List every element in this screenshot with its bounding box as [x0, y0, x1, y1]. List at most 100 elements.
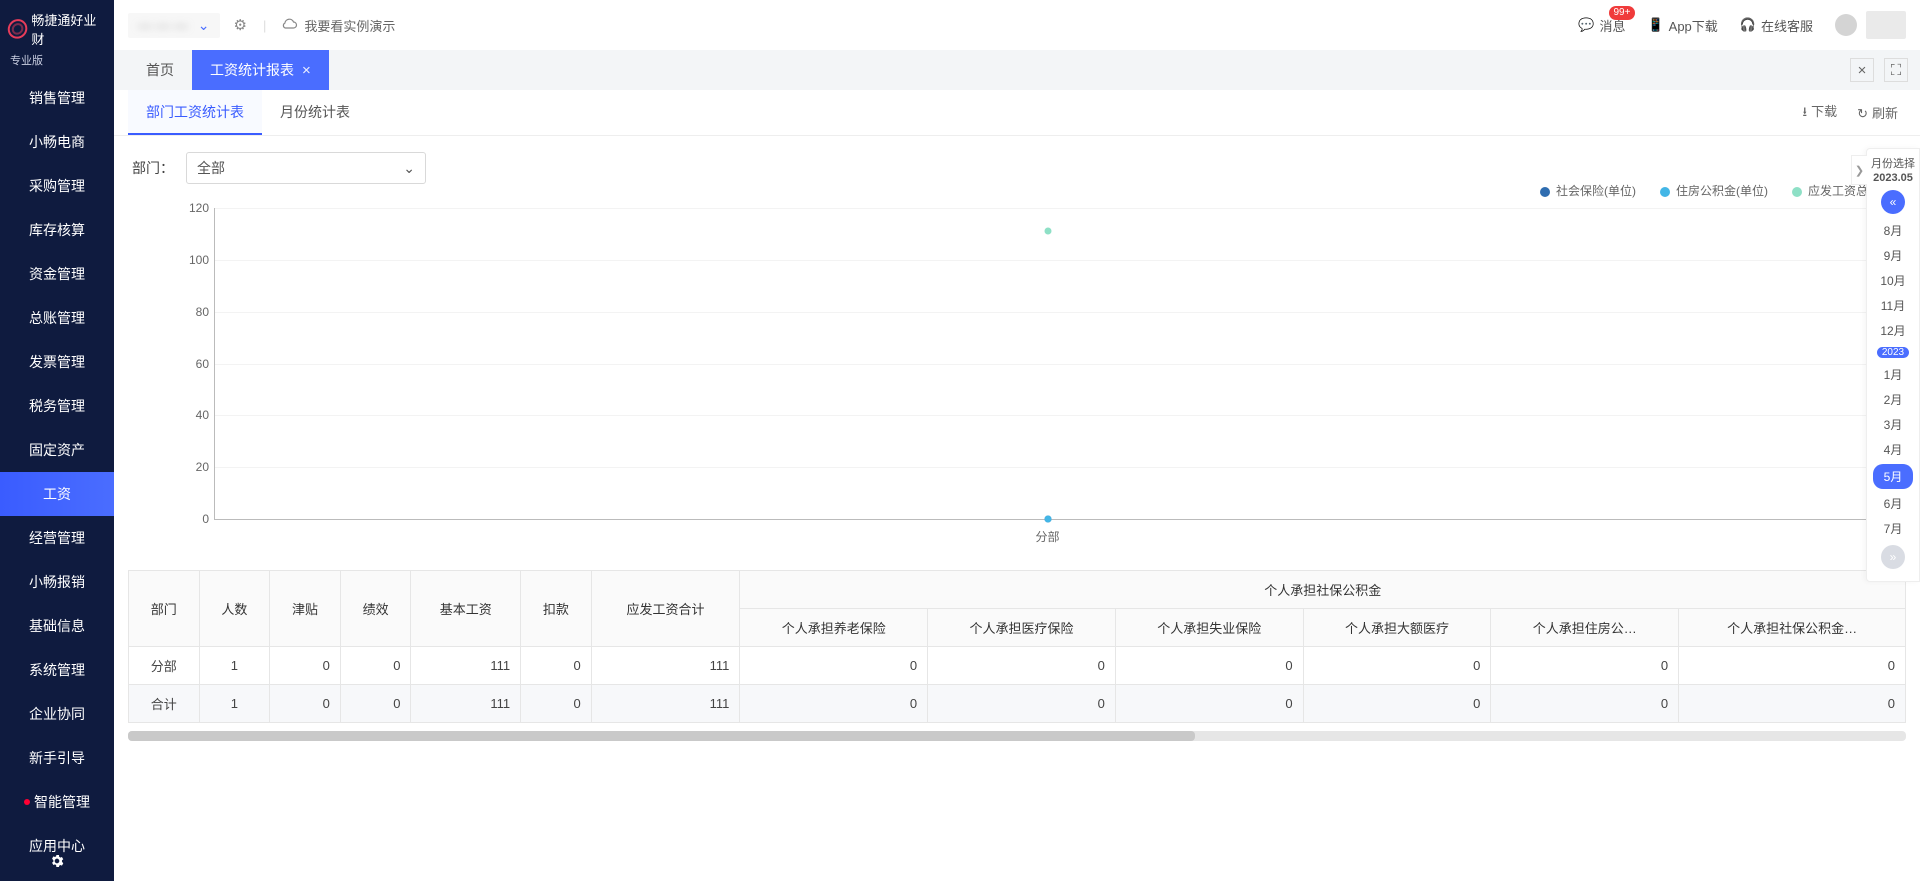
cell: 0 [928, 685, 1116, 723]
nav-item-4[interactable]: 资金管理 [0, 252, 114, 296]
sidebar-settings[interactable] [0, 841, 114, 881]
subtab-dept-report[interactable]: 部门工资统计表 [128, 90, 262, 135]
nav-item-10[interactable]: 经营管理 [0, 516, 114, 560]
table-row: 分部1001110111000000 [129, 647, 1906, 685]
close-all-button[interactable]: × [1850, 58, 1874, 82]
support-link[interactable]: 🎧 在线客服 [1740, 16, 1813, 35]
cell: 0 [928, 647, 1116, 685]
topbar-settings[interactable]: ⚙ [234, 16, 247, 34]
month-panel: ❯ 月份选择 2023.05 « 8月9月10月11月12月 2023 1月2月… [1866, 148, 1920, 582]
nav-item-3[interactable]: 库存核算 [0, 208, 114, 252]
user-menu[interactable] [1835, 11, 1906, 39]
ytick: 120 [175, 201, 209, 215]
tab-salary-report[interactable]: 工资统计报表 × [192, 50, 329, 90]
month-option[interactable]: 5月 [1873, 464, 1913, 489]
chart-axes: 020406080100120分部 [214, 208, 1880, 520]
cell: 分部 [129, 647, 200, 685]
chart-legend: 社会保险(单位)住房公积金(单位)应发工资总额 [1540, 182, 1880, 199]
cell: 1 [199, 685, 270, 723]
year-badge: 2023 [1877, 347, 1909, 358]
headset-icon: 🎧 [1740, 17, 1756, 33]
col-gross: 应发工资合计 [591, 571, 740, 647]
messages-link[interactable]: 💬 消息 99+ [1578, 16, 1625, 35]
month-option[interactable]: 6月 [1867, 491, 1919, 516]
month-panel-title: 月份选择 2023.05 [1867, 157, 1919, 186]
sub-col: 个人承担社保公积金… [1679, 609, 1906, 647]
month-option[interactable]: 7月 [1867, 516, 1919, 541]
cell: 0 [1303, 647, 1491, 685]
col-base: 基本工资 [411, 571, 521, 647]
nav-item-7[interactable]: 税务管理 [0, 384, 114, 428]
user-avatar-icon [1835, 14, 1857, 36]
legend-item[interactable]: 社会保险(单位) [1540, 182, 1636, 199]
refresh-label: 刷新 [1872, 106, 1898, 121]
app-name: 畅捷通好业财 [31, 10, 106, 48]
cell: 0 [1491, 647, 1679, 685]
refresh-icon: ↻ [1857, 106, 1868, 121]
col-dept: 部门 [129, 571, 200, 647]
nav-item-0[interactable]: 销售管理 [0, 76, 114, 120]
close-icon[interactable]: × [302, 62, 311, 79]
month-option[interactable]: 1月 [1867, 362, 1919, 387]
scroll-down-button[interactable]: » [1881, 545, 1905, 569]
cell: 0 [740, 685, 928, 723]
nav-item-1[interactable]: 小畅电商 [0, 120, 114, 164]
nav-item-9[interactable]: 工资 [0, 472, 114, 516]
nav-item-6[interactable]: 发票管理 [0, 340, 114, 384]
org-selector[interactable]: — — — ⌄ [128, 13, 220, 38]
cell: 111 [591, 647, 740, 685]
month-option[interactable]: 4月 [1867, 437, 1919, 462]
nav-item-8[interactable]: 固定资产 [0, 428, 114, 472]
nav-item-16[interactable]: 智能管理 [0, 780, 114, 824]
nav-item-5[interactable]: 总账管理 [0, 296, 114, 340]
horizontal-scrollbar[interactable] [128, 731, 1906, 741]
month-option[interactable]: 12月 [1867, 318, 1919, 343]
download-label: 下载 [1811, 104, 1837, 119]
subtab-month-report[interactable]: 月份统计表 [262, 90, 368, 135]
data-point [1044, 228, 1051, 235]
month-option[interactable]: 2月 [1867, 387, 1919, 412]
refresh-button[interactable]: ↻ 刷新 [1857, 103, 1898, 122]
ytick: 80 [175, 305, 209, 319]
app-download-link[interactable]: 📱 App下载 [1647, 16, 1717, 35]
nav-item-13[interactable]: 系统管理 [0, 648, 114, 692]
sub-col: 个人承担大额医疗 [1303, 609, 1491, 647]
nav-item-15[interactable]: 新手引导 [0, 736, 114, 780]
app-logo-icon [4, 15, 32, 43]
sub-col: 个人承担失业保险 [1115, 609, 1303, 647]
xlabel: 分部 [1035, 528, 1059, 545]
month-option[interactable]: 8月 [1867, 218, 1919, 243]
tab-home-label: 首页 [146, 60, 174, 80]
fullscreen-button[interactable]: ⛶ [1884, 58, 1908, 82]
cell: 0 [270, 647, 341, 685]
nav-item-12[interactable]: 基础信息 [0, 604, 114, 648]
messages-badge: 99+ [1609, 6, 1636, 20]
cell: 0 [270, 685, 341, 723]
app-edition: 专业版 [0, 52, 114, 68]
table-row: 合计1001110111000000 [129, 685, 1906, 723]
nav-item-14[interactable]: 企业协同 [0, 692, 114, 736]
collapse-icon[interactable]: ❯ [1851, 155, 1867, 185]
month-option[interactable]: 11月 [1867, 293, 1919, 318]
demo-link[interactable]: 我要看实例演示 [280, 16, 395, 35]
month-option[interactable]: 10月 [1867, 268, 1919, 293]
month-option[interactable]: 9月 [1867, 243, 1919, 268]
chevron-down-icon: ⌄ [198, 17, 210, 34]
phone-icon: 📱 [1647, 17, 1663, 33]
cell: 0 [1115, 685, 1303, 723]
nav-item-2[interactable]: 采购管理 [0, 164, 114, 208]
tab-home[interactable]: 首页 [128, 50, 192, 90]
scroll-up-button[interactable]: « [1881, 190, 1905, 214]
month-option[interactable]: 3月 [1867, 412, 1919, 437]
cell: 0 [340, 647, 411, 685]
legend-item[interactable]: 住房公积金(单位) [1660, 182, 1768, 199]
org-name-hidden: — — — [138, 17, 188, 33]
content: 部门工资统计表 月份统计表 ⭳下载 ↻刷新 部门： 全部 ⌄ 社会保险(单位)住… [114, 90, 1920, 881]
table[interactable]: 部门 人数 津贴 绩效 基本工资 扣款 应发工资合计 个人承担社保公积金 个人承… [128, 570, 1906, 723]
download-icon: ⭳ [1803, 104, 1808, 119]
nav-item-11[interactable]: 小畅报销 [0, 560, 114, 604]
ytick: 100 [175, 253, 209, 267]
download-button[interactable]: ⭳下载 [1803, 101, 1838, 125]
dept-select[interactable]: 全部 ⌄ [186, 152, 426, 184]
gear-icon [49, 853, 65, 869]
